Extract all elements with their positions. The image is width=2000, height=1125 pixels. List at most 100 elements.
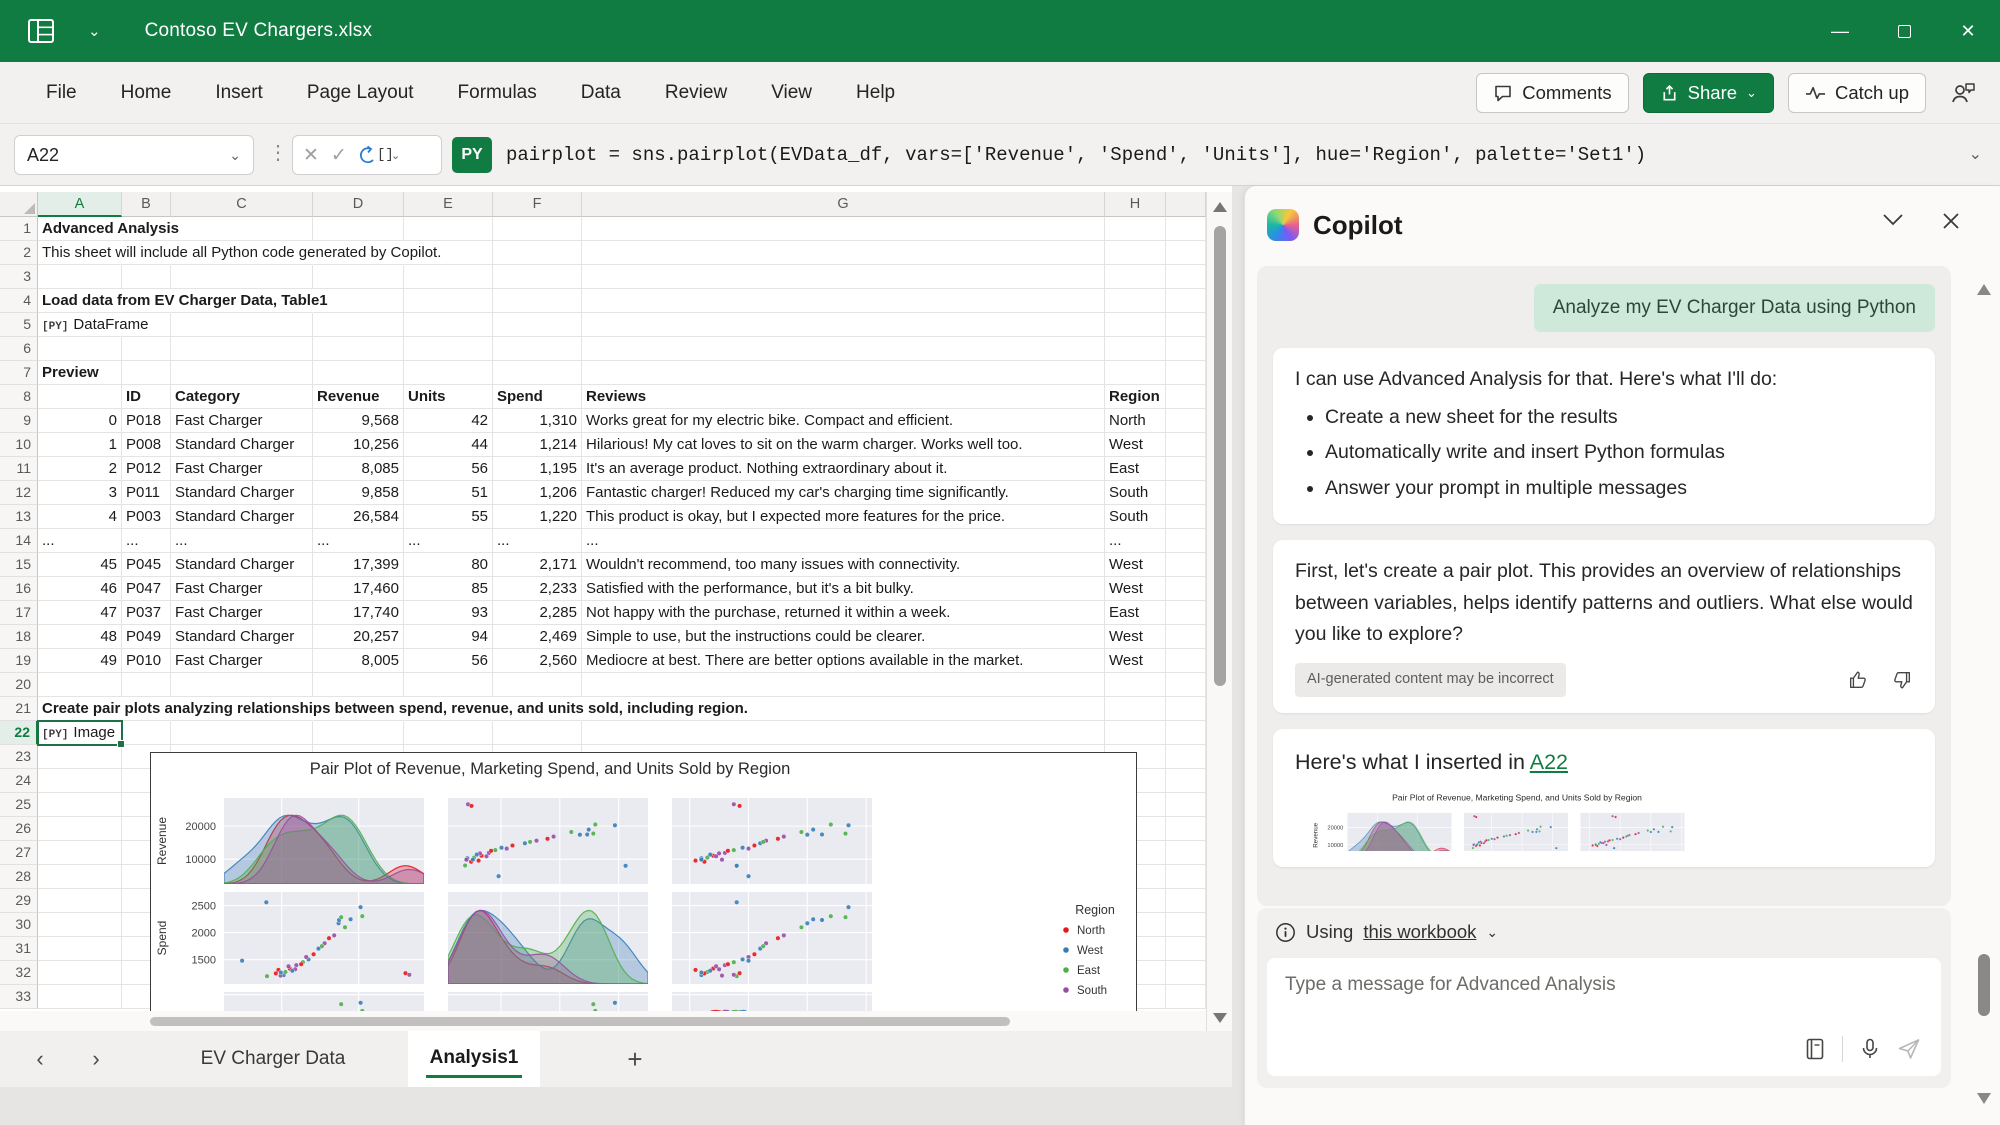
grid-cell[interactable]: ...	[38, 529, 122, 553]
grid-cell[interactable]	[1105, 361, 1166, 385]
selected-cell[interactable]: [PY]Image	[38, 721, 122, 745]
row-header-3[interactable]: 3	[0, 265, 38, 289]
grid-cell[interactable]	[38, 265, 122, 289]
grid-cell[interactable]: 1	[38, 433, 122, 457]
inserted-chart-preview[interactable]: Pair Plot of Revenue, Marketing Spend, a…	[1309, 789, 1913, 851]
grid-cell[interactable]	[313, 241, 404, 265]
grid-cell[interactable]	[1166, 361, 1206, 385]
row-header-30[interactable]: 30	[0, 913, 38, 937]
row-header-33[interactable]: 33	[0, 985, 38, 1009]
grid-cell[interactable]: 1,310	[493, 409, 582, 433]
row-header-20[interactable]: 20	[0, 673, 38, 697]
menu-tab-help[interactable]: Help	[856, 82, 895, 104]
grid-cell[interactable]: 2,469	[493, 625, 582, 649]
column-header-G[interactable]: G	[582, 192, 1105, 217]
grid-cell[interactable]	[122, 265, 171, 289]
catch-up-button[interactable]: Catch up	[1788, 73, 1926, 113]
workbook-scope-link[interactable]: this workbook	[1363, 921, 1476, 943]
grid-cell[interactable]	[1105, 697, 1166, 721]
fill-handle[interactable]	[117, 740, 125, 748]
grid-cell[interactable]: East	[1105, 601, 1166, 625]
row-header-24[interactable]: 24	[0, 769, 38, 793]
row-header-2[interactable]: 2	[0, 241, 38, 265]
grid-cell[interactable]	[38, 769, 122, 793]
grid-cell[interactable]: 55	[404, 505, 493, 529]
grid-cell[interactable]: 44	[404, 433, 493, 457]
row-header-11[interactable]: 11	[0, 457, 38, 481]
grid-cell[interactable]: 51	[404, 481, 493, 505]
grid-cell[interactable]: 2,171	[493, 553, 582, 577]
grid-cell[interactable]	[582, 721, 1105, 745]
pairplot-chart[interactable]: Pair Plot of Revenue, Marketing Spend, a…	[150, 752, 1137, 1011]
grid-cell[interactable]: 2,233	[493, 577, 582, 601]
row-header-13[interactable]: 13	[0, 505, 38, 529]
grid-cell[interactable]: P018	[122, 409, 171, 433]
grid-cell[interactable]: Wouldn't recommend, too many issues with…	[582, 553, 1105, 577]
grid-cell[interactable]: Region	[1105, 385, 1166, 409]
grid-cell[interactable]: 4	[38, 505, 122, 529]
grid-cell[interactable]: Create pair plots analyzing relationship…	[38, 697, 122, 721]
grid-cell[interactable]	[1166, 217, 1206, 241]
grid-cell[interactable]: West	[1105, 625, 1166, 649]
row-header-16[interactable]: 16	[0, 577, 38, 601]
grid-cell[interactable]	[1166, 289, 1206, 313]
grid-cell[interactable]	[313, 361, 404, 385]
add-sheet-button[interactable]: +	[610, 1031, 660, 1087]
grid-cell[interactable]	[582, 673, 1105, 697]
grid-cell[interactable]	[313, 721, 404, 745]
horizontal-scrollbar[interactable]	[0, 1011, 1206, 1031]
row-header-12[interactable]: 12	[0, 481, 38, 505]
grid-cell[interactable]	[1166, 241, 1206, 265]
grid-cell[interactable]: 56	[404, 649, 493, 673]
menu-tab-file[interactable]: File	[46, 82, 77, 104]
grid-cell[interactable]	[1105, 217, 1166, 241]
grid-cell[interactable]	[1166, 673, 1206, 697]
copilot-scrollbar[interactable]	[1976, 276, 1992, 1106]
grid-cell[interactable]: Standard Charger	[171, 433, 313, 457]
grid-cell[interactable]	[404, 721, 493, 745]
grid-cell[interactable]: P037	[122, 601, 171, 625]
grid-cell[interactable]	[582, 289, 1105, 313]
grid-cell[interactable]	[493, 241, 582, 265]
grid-cell[interactable]	[171, 673, 313, 697]
comments-button[interactable]: Comments	[1476, 73, 1628, 113]
grid-cell[interactable]	[1166, 385, 1206, 409]
grid-cell[interactable]: 47	[38, 601, 122, 625]
grid-cell[interactable]	[1105, 673, 1166, 697]
row-header-28[interactable]: 28	[0, 865, 38, 889]
grid-cell[interactable]: North	[1105, 409, 1166, 433]
grid-cell[interactable]	[38, 889, 122, 913]
grid-cell[interactable]: P047	[122, 577, 171, 601]
grid-cell[interactable]	[1166, 745, 1206, 769]
scope-chevron-icon[interactable]: ⌄	[1486, 924, 1498, 941]
grid-cell[interactable]: 20,257	[313, 625, 404, 649]
grid-cell[interactable]: Mediocre at best. There are better optio…	[582, 649, 1105, 673]
grid-cell[interactable]	[38, 985, 122, 1009]
grid-cell[interactable]	[1166, 649, 1206, 673]
grid-cell[interactable]: Reviews	[582, 385, 1105, 409]
column-header-C[interactable]: C	[171, 192, 313, 217]
grid-cell[interactable]	[38, 913, 122, 937]
column-header-H[interactable]: H	[1105, 192, 1166, 217]
grid-cell[interactable]	[313, 697, 404, 721]
grid-cell[interactable]: 9,858	[313, 481, 404, 505]
menu-tab-insert[interactable]: Insert	[215, 82, 263, 104]
grid-cell[interactable]: 93	[404, 601, 493, 625]
grid-cell[interactable]	[1166, 313, 1206, 337]
grid-cell[interactable]: 17,399	[313, 553, 404, 577]
grid-cell[interactable]: 1,220	[493, 505, 582, 529]
grid-cell[interactable]	[404, 217, 493, 241]
grid-cell[interactable]	[38, 865, 122, 889]
cancel-icon[interactable]: ✕	[303, 144, 319, 167]
grid-cell[interactable]	[1166, 865, 1206, 889]
grid-cell[interactable]: Satisfied with the performance, but it's…	[582, 577, 1105, 601]
grid-cell[interactable]	[1166, 697, 1206, 721]
copilot-scroll-up-icon[interactable]	[1977, 284, 1991, 295]
grid-cell[interactable]	[493, 721, 582, 745]
scroll-down-icon[interactable]	[1213, 1013, 1227, 1023]
row-header-19[interactable]: 19	[0, 649, 38, 673]
column-header-A[interactable]: A	[38, 192, 122, 217]
grid-cell[interactable]: ...	[582, 529, 1105, 553]
grid-cell[interactable]: 0	[38, 409, 122, 433]
grid-cell[interactable]	[404, 241, 493, 265]
